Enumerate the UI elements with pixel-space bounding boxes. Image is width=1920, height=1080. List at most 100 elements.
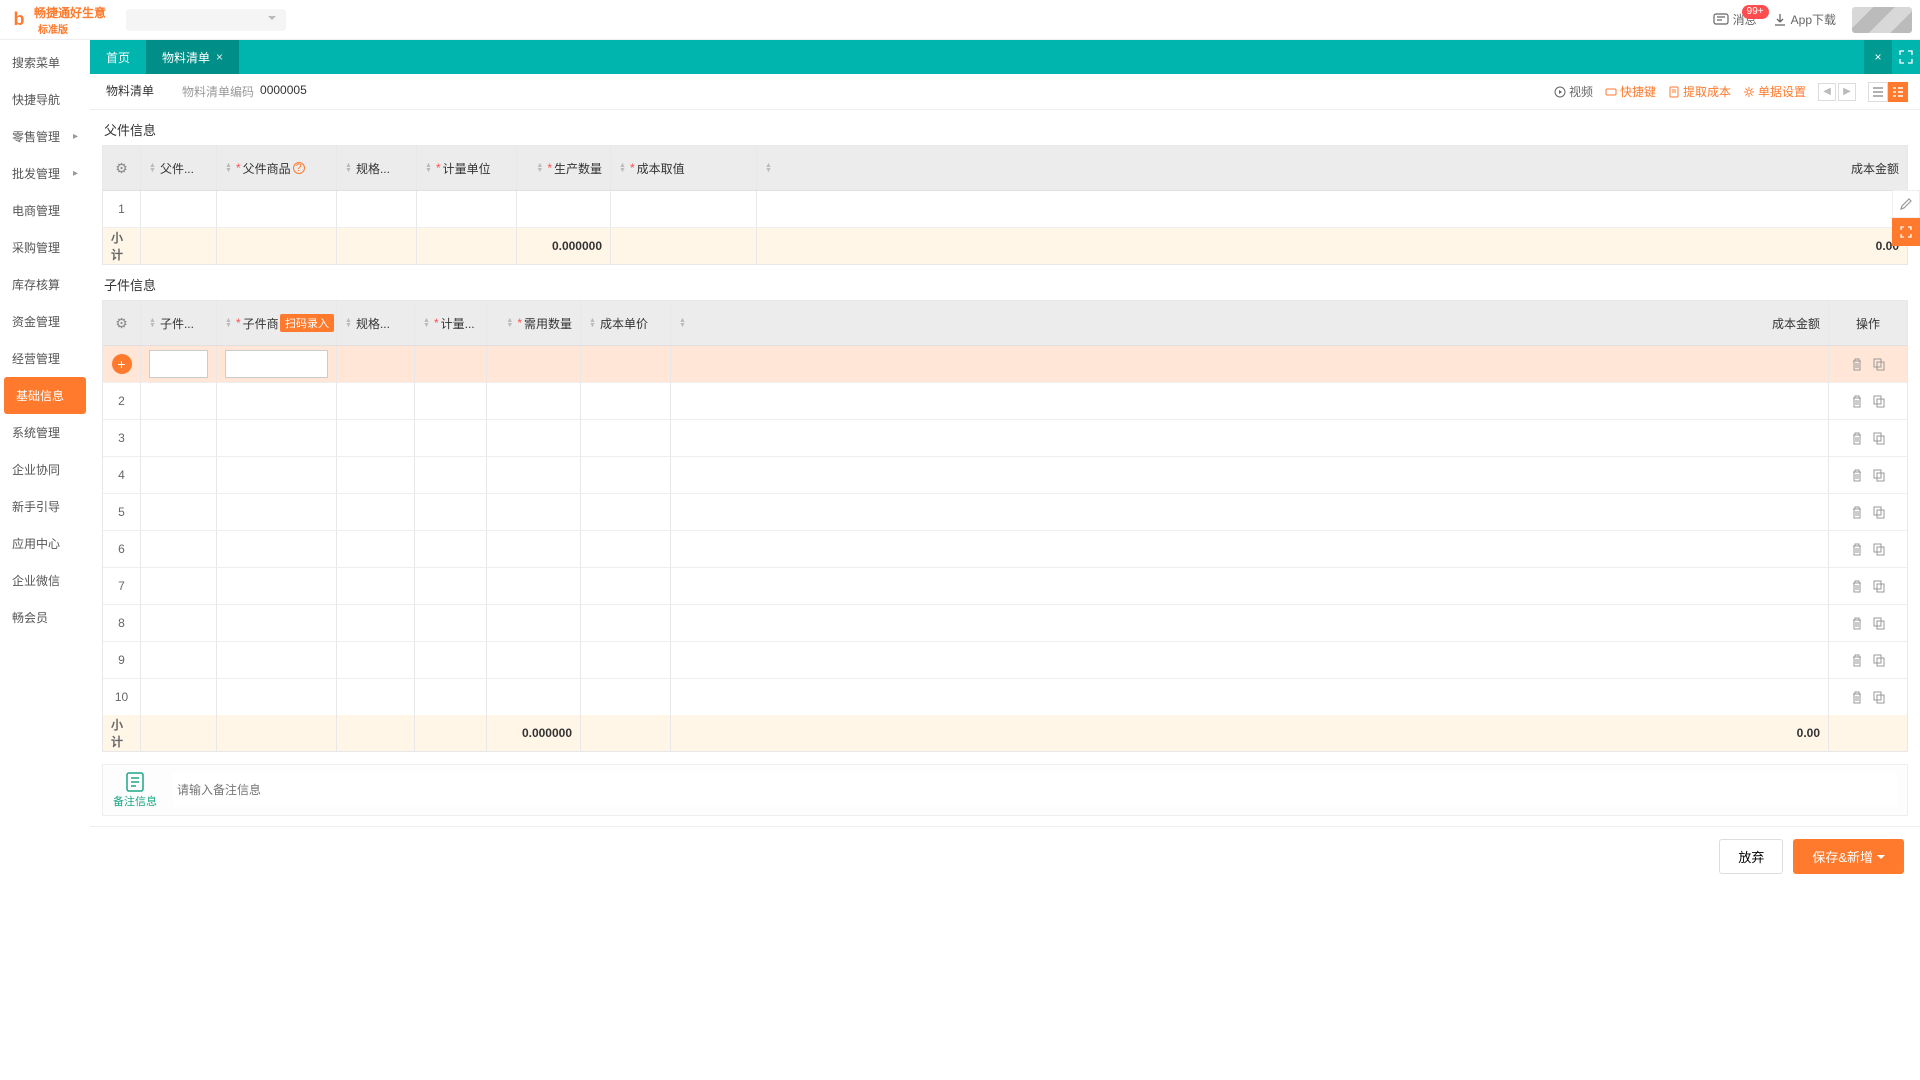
remarks-input[interactable] <box>173 773 1897 807</box>
child-row[interactable]: 3 <box>103 420 1907 457</box>
avatar[interactable] <box>1852 7 1912 33</box>
child-row[interactable]: 8 <box>103 605 1907 642</box>
cell[interactable] <box>337 420 415 456</box>
child-row[interactable]: 2 <box>103 383 1907 420</box>
cell[interactable] <box>337 568 415 604</box>
cell[interactable] <box>487 420 581 456</box>
cell[interactable] <box>417 191 517 227</box>
tab-home[interactable]: 首页 <box>90 40 146 74</box>
th-gear[interactable]: ⚙ <box>103 301 141 345</box>
cell[interactable] <box>671 346 1829 382</box>
cell[interactable] <box>415 642 487 678</box>
cell[interactable] <box>487 383 581 419</box>
view-list-button[interactable] <box>1868 82 1888 102</box>
child-row[interactable]: 5 <box>103 494 1907 531</box>
messages-button[interactable]: 消息 99+ <box>1713 11 1757 28</box>
cell[interactable] <box>581 605 671 641</box>
cell[interactable] <box>581 494 671 530</box>
cell[interactable] <box>217 494 337 530</box>
child-row[interactable]: + <box>103 346 1907 383</box>
cell[interactable] <box>141 679 217 715</box>
th-qty[interactable]: ▲▼*需用数量 <box>487 301 581 345</box>
delete-row-button[interactable] <box>1851 432 1863 445</box>
parent-row[interactable]: 1 <box>103 191 1907 228</box>
cell[interactable] <box>671 420 1829 456</box>
cell[interactable] <box>217 420 337 456</box>
fullscreen-button[interactable] <box>1892 40 1920 74</box>
delete-row-button[interactable] <box>1851 469 1863 482</box>
view-detail-button[interactable] <box>1888 82 1908 102</box>
copy-row-button[interactable] <box>1873 580 1885 593</box>
cell[interactable] <box>217 346 337 382</box>
cell[interactable] <box>611 191 757 227</box>
cell[interactable] <box>337 494 415 530</box>
tabsbar-close-button[interactable]: × <box>1864 40 1892 74</box>
child-row[interactable]: 4 <box>103 457 1907 494</box>
child-row[interactable]: 10 <box>103 679 1907 715</box>
cell-input[interactable] <box>149 350 208 378</box>
cell[interactable] <box>671 383 1829 419</box>
cell[interactable] <box>415 494 487 530</box>
cell[interactable] <box>141 642 217 678</box>
cell[interactable] <box>487 568 581 604</box>
copy-row-button[interactable] <box>1873 469 1885 482</box>
copy-row-button[interactable] <box>1873 654 1885 667</box>
cell[interactable] <box>671 679 1829 715</box>
cell[interactable] <box>217 383 337 419</box>
cell[interactable] <box>671 457 1829 493</box>
cell[interactable] <box>581 457 671 493</box>
cell[interactable] <box>141 494 217 530</box>
th-cost-amount[interactable]: ▲▼成本金额 <box>757 146 1907 190</box>
cell[interactable] <box>337 642 415 678</box>
discard-button[interactable]: 放弃 <box>1719 839 1783 874</box>
sidebar-item-wholesale[interactable]: 批发管理▸ <box>0 155 90 192</box>
sidebar-item-wecom[interactable]: 企业微信 <box>0 562 90 599</box>
sidebar-item-system[interactable]: 系统管理 <box>0 414 90 451</box>
th-unit[interactable]: ▲▼*计量单位 <box>417 146 517 190</box>
th-parent-code[interactable]: ▲▼父件... <box>141 146 217 190</box>
th-qty[interactable]: ▲▼*生产数量 <box>517 146 611 190</box>
sidebar-item-apps[interactable]: 应用中心 <box>0 525 90 562</box>
sidebar-item-search[interactable]: 搜索菜单 <box>0 44 90 81</box>
cell[interactable] <box>487 494 581 530</box>
cell[interactable] <box>487 531 581 567</box>
cell[interactable] <box>581 568 671 604</box>
cell[interactable] <box>337 531 415 567</box>
sidebar-item-ecommerce[interactable]: 电商管理 <box>0 192 90 229</box>
cell[interactable] <box>415 383 487 419</box>
edit-float-button[interactable] <box>1892 190 1920 218</box>
delete-row-button[interactable] <box>1851 617 1863 630</box>
th-price[interactable]: ▲▼成本单价 <box>581 301 671 345</box>
prev-button[interactable]: ◀ <box>1818 83 1836 101</box>
th-parent-product[interactable]: ▲▼*父件商品? <box>217 146 337 190</box>
delete-row-button[interactable] <box>1851 543 1863 556</box>
sidebar-item-purchase[interactable]: 采购管理 <box>0 229 90 266</box>
cell[interactable] <box>141 531 217 567</box>
cell[interactable] <box>487 642 581 678</box>
cell[interactable] <box>415 568 487 604</box>
child-row[interactable]: 7 <box>103 568 1907 605</box>
copy-row-button[interactable] <box>1873 543 1885 556</box>
th-amount[interactable]: ▲▼成本金额 <box>671 301 1829 345</box>
cell[interactable] <box>141 420 217 456</box>
delete-row-button[interactable] <box>1851 395 1863 408</box>
cell[interactable] <box>487 457 581 493</box>
cell[interactable] <box>487 605 581 641</box>
cell[interactable] <box>671 568 1829 604</box>
copy-row-button[interactable] <box>1873 358 1885 371</box>
cell[interactable] <box>337 679 415 715</box>
cell[interactable] <box>581 420 671 456</box>
sidebar-item-basic-info[interactable]: 基础信息 <box>4 377 86 414</box>
cell[interactable] <box>415 420 487 456</box>
cell[interactable] <box>415 346 487 382</box>
cell[interactable] <box>337 605 415 641</box>
child-row[interactable]: 9 <box>103 642 1907 679</box>
cell[interactable] <box>337 346 415 382</box>
cell[interactable] <box>337 191 417 227</box>
cell[interactable] <box>517 191 611 227</box>
cell[interactable] <box>217 605 337 641</box>
cell[interactable] <box>217 191 337 227</box>
copy-row-button[interactable] <box>1873 691 1885 704</box>
cell[interactable] <box>671 605 1829 641</box>
close-icon[interactable]: × <box>216 50 223 64</box>
